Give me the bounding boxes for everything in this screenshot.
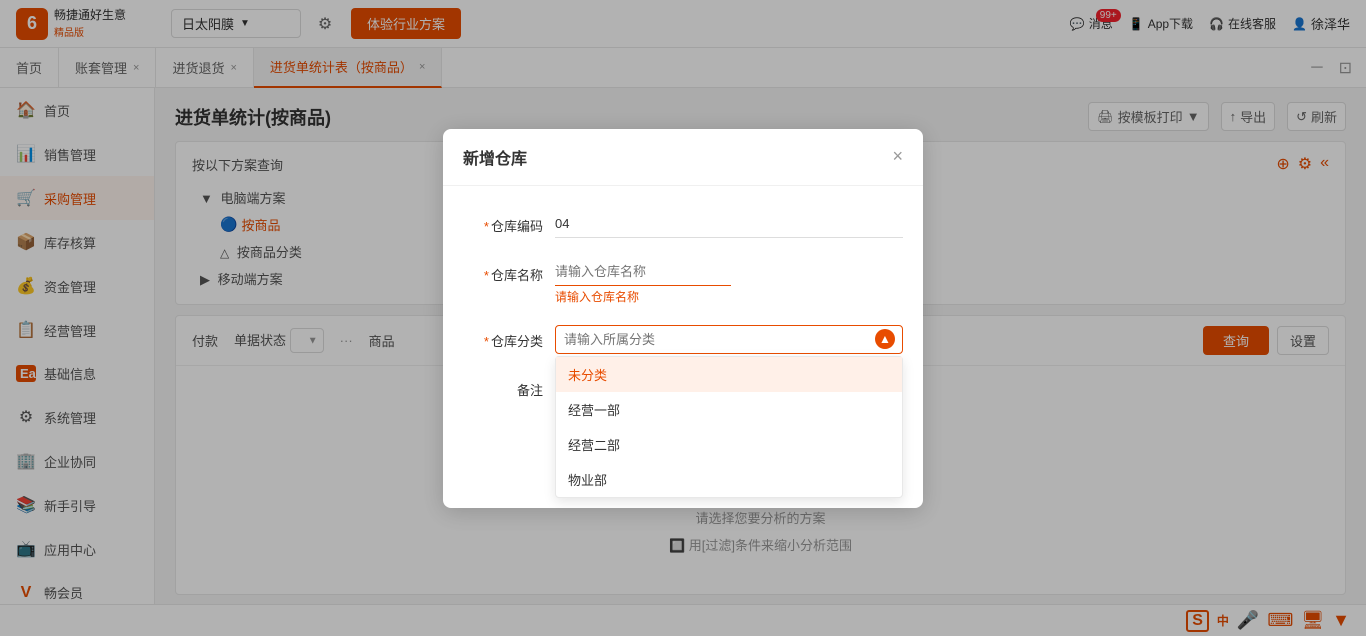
option-dept2[interactable]: 经营二部 — [556, 427, 902, 462]
category-label: 仓库分类 — [463, 325, 543, 350]
name-field-row: 仓库名称 请输入仓库名称 — [463, 258, 903, 305]
name-label: 仓库名称 — [463, 259, 543, 284]
category-select-wrap: ▲ 未分类 经营一部 经营二部 物业部 — [555, 325, 903, 354]
modal-close-button[interactable]: × — [892, 146, 903, 167]
category-dropdown: 未分类 经营一部 经营二部 物业部 — [555, 356, 903, 498]
category-up-icon[interactable]: ▲ — [875, 329, 895, 349]
name-input-wrap — [555, 258, 903, 286]
add-warehouse-modal: 新增仓库 × 仓库编码 仓库名称 请输入仓库名称 — [443, 129, 923, 508]
category-field-row: 仓库分类 ▲ 未分类 经营一部 经营二部 物业部 — [463, 325, 903, 354]
option-uncategorized[interactable]: 未分类 — [556, 357, 902, 392]
name-error-tip: 请输入仓库名称 — [555, 288, 903, 305]
category-input[interactable] — [555, 325, 903, 354]
code-label: 仓库编码 — [463, 210, 543, 235]
option-dept1[interactable]: 经营一部 — [556, 392, 902, 427]
name-input[interactable] — [555, 258, 731, 286]
modal-overlay: 新增仓库 × 仓库编码 仓库名称 请输入仓库名称 — [0, 0, 1366, 636]
code-input[interactable] — [555, 210, 903, 238]
code-field-row: 仓库编码 — [463, 210, 903, 238]
notes-label: 备注 — [463, 374, 543, 399]
modal-header: 新增仓库 × — [443, 129, 923, 186]
option-property[interactable]: 物业部 — [556, 462, 902, 497]
modal-body: 仓库编码 仓库名称 请输入仓库名称 仓库分类 — [443, 186, 923, 453]
modal-title: 新增仓库 — [463, 145, 527, 169]
